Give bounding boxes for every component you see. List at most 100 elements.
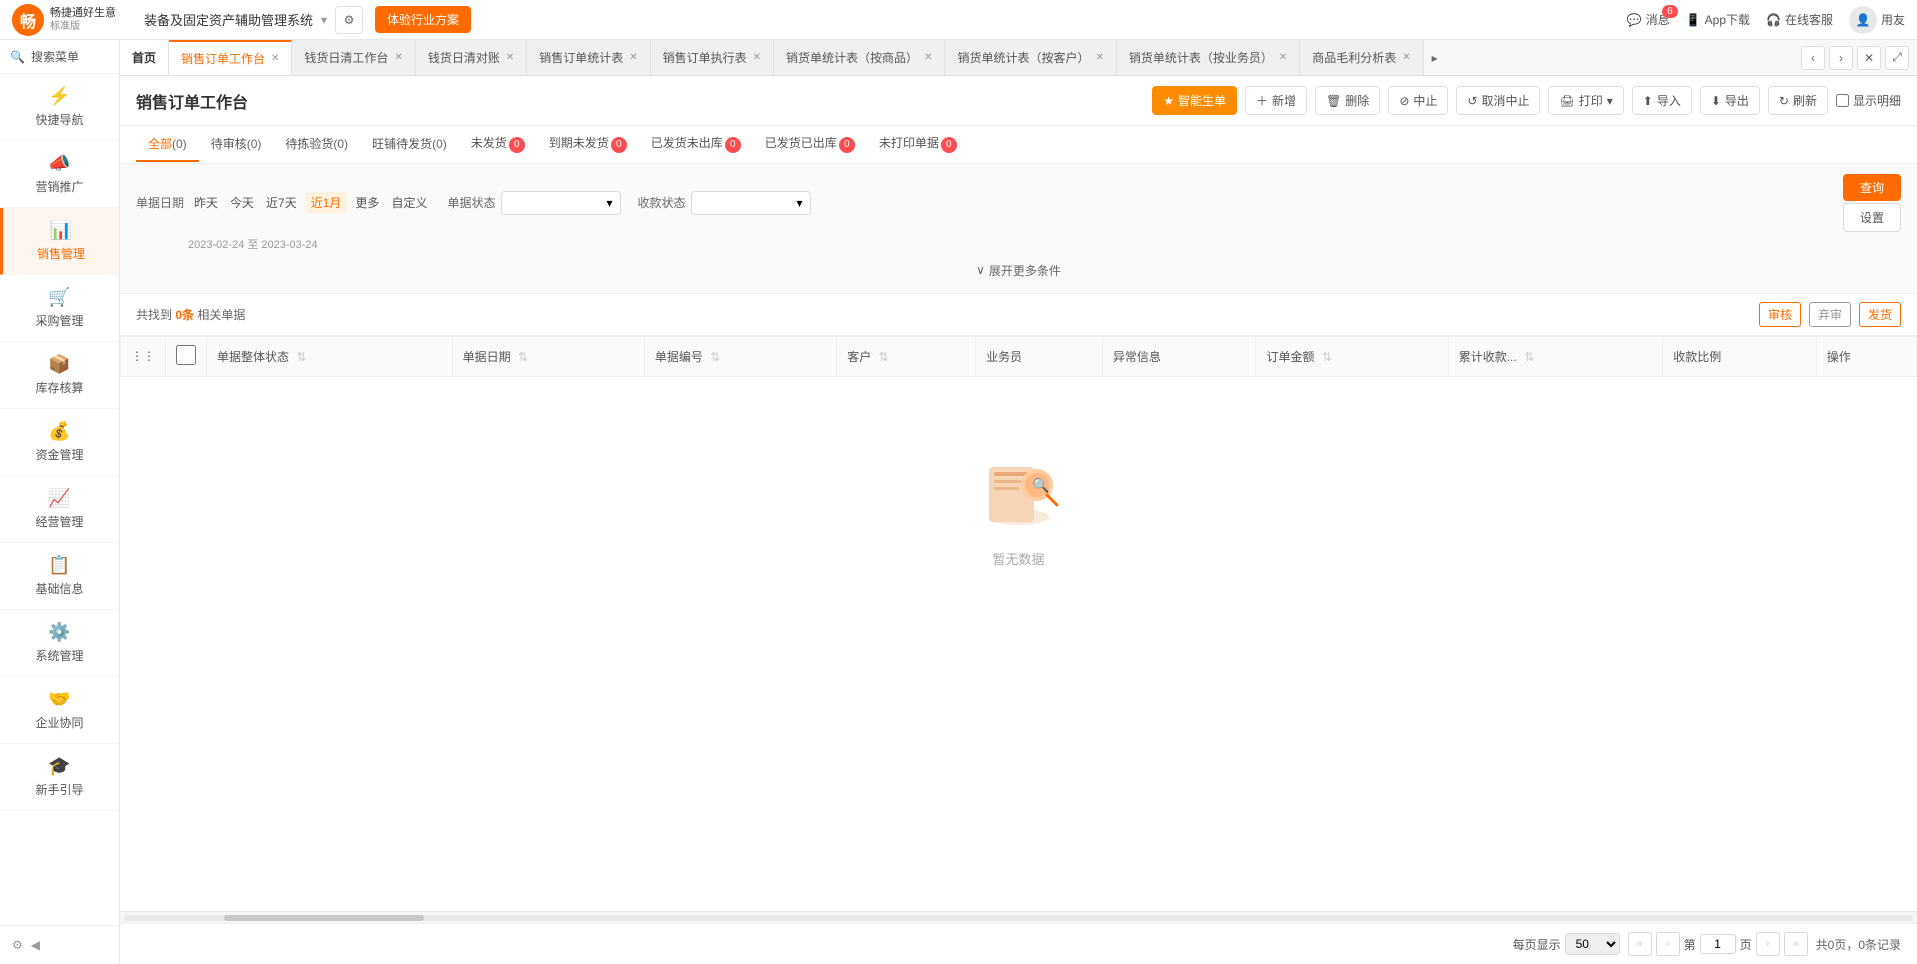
app-download-icon: 📱 xyxy=(1686,13,1701,27)
sub-tab-shipped-out[interactable]: 已发货已出库0 xyxy=(753,126,867,163)
star-icon: ★ xyxy=(1163,94,1174,108)
sidebar-item-guide[interactable]: 🎓 新手引导 xyxy=(0,744,119,811)
sort-status-icon[interactable]: ⇅ xyxy=(296,350,306,364)
tab-close-sales-exec[interactable]: ✕ xyxy=(753,52,761,63)
query-button[interactable]: 查询 xyxy=(1843,174,1901,201)
sidebar-item-quick-nav[interactable]: ⚡ 快捷导航 xyxy=(0,74,119,141)
logo: 畅 畅捷通好生意 标准版 xyxy=(12,4,132,36)
tab-more-button[interactable]: ▸ xyxy=(1424,51,1446,65)
tab-sales-summary-customer[interactable]: 销货单统计表（按客户） ✕ xyxy=(945,40,1116,76)
tab-sales-summary-staff[interactable]: 销货单统计表（按业务员） ✕ xyxy=(1117,40,1300,76)
tab-close-gross-profit[interactable]: ✕ xyxy=(1402,52,1410,63)
tab-home[interactable]: 首页 xyxy=(120,40,169,76)
refresh-button[interactable]: ↻ 刷新 xyxy=(1768,86,1828,115)
sidebar-item-inventory[interactable]: 📦 库存核算 xyxy=(0,342,119,409)
sidebar-item-system[interactable]: ⚙️ 系统管理 xyxy=(0,610,119,677)
user-button[interactable]: 👤 用友 xyxy=(1849,6,1905,34)
sort-customer-icon[interactable]: ⇅ xyxy=(879,350,889,364)
tab-close-summary-product[interactable]: ✕ xyxy=(924,52,932,63)
tab-close-summary-customer[interactable]: ✕ xyxy=(1095,52,1103,63)
review-button[interactable]: 审核 xyxy=(1759,302,1801,327)
sub-tab-wangpu[interactable]: 旺铺待发货(0) xyxy=(360,127,459,162)
sub-tab-not-printed[interactable]: 未打印单据0 xyxy=(867,126,969,163)
cancel-stop-button[interactable]: ↺ 取消中止 xyxy=(1456,86,1540,115)
sidebar-settings-icon[interactable]: ⚙ xyxy=(12,938,23,952)
message-button[interactable]: 💬 6 消息 xyxy=(1627,11,1670,28)
page-size-dropdown[interactable]: 50 10 20 100 xyxy=(1565,933,1620,955)
sub-tab-all[interactable]: 全部(0) xyxy=(136,127,199,162)
export-button[interactable]: ⬇ 导出 xyxy=(1700,86,1760,115)
status-dropdown[interactable]: ▾ xyxy=(501,191,621,215)
tab-nav-right[interactable]: › xyxy=(1829,46,1853,70)
import-button[interactable]: ⬆ 导入 xyxy=(1632,86,1692,115)
date-option-1month[interactable]: 近1月 xyxy=(305,192,348,213)
tab-maximize[interactable]: ⤢ xyxy=(1885,46,1909,70)
tab-sales-summary-product[interactable]: 销货单统计表（按商品） ✕ xyxy=(774,40,945,76)
next-page-button[interactable]: › xyxy=(1756,932,1780,956)
delete-button[interactable]: 🗑 删除 xyxy=(1315,86,1380,115)
tab-close-all[interactable]: ✕ xyxy=(1857,46,1881,70)
prev-page-button[interactable]: ‹ xyxy=(1656,932,1680,956)
tab-close-cash-reconcile[interactable]: ✕ xyxy=(506,52,514,63)
ship-button[interactable]: 发货 xyxy=(1859,302,1901,327)
select-all-checkbox[interactable] xyxy=(176,345,196,365)
date-option-today[interactable]: 今天 xyxy=(226,192,258,213)
sidebar-item-purchase[interactable]: 🛒 采购管理 xyxy=(0,275,119,342)
stop-button[interactable]: ⊘ 中止 xyxy=(1388,86,1448,115)
tab-close-summary-staff[interactable]: ✕ xyxy=(1279,52,1287,63)
show-detail-checkbox[interactable] xyxy=(1836,94,1849,107)
date-option-custom[interactable]: 自定义 xyxy=(387,192,431,213)
tab-close-sales-order[interactable]: ✕ xyxy=(271,53,279,64)
horizontal-scrollbar[interactable] xyxy=(120,911,1917,923)
sub-tab-shipped-not-out[interactable]: 已发货未出库0 xyxy=(639,126,753,163)
tab-close-cash-daily[interactable]: ✕ xyxy=(394,52,402,63)
sub-tab-pending-review[interactable]: 待审核(0) xyxy=(199,127,274,162)
sort-number-icon[interactable]: ⇅ xyxy=(710,350,720,364)
print-button[interactable]: 🖨 打印 ▾ xyxy=(1548,86,1623,115)
sidebar-item-operation[interactable]: 📈 经营管理 xyxy=(0,476,119,543)
tab-gross-profit[interactable]: 商品毛利分析表 ✕ xyxy=(1300,40,1423,76)
search-icon: 🔍 xyxy=(10,50,25,64)
date-option-more[interactable]: 更多 xyxy=(351,192,383,213)
cancel-review-button[interactable]: 弃审 xyxy=(1809,302,1851,327)
tab-sales-exec[interactable]: 销售订单执行表 ✕ xyxy=(651,40,774,76)
tab-sales-stats[interactable]: 销售订单统计表 ✕ xyxy=(527,40,650,76)
date-option-yesterday[interactable]: 昨天 xyxy=(190,192,222,213)
title-dropdown-icon[interactable]: ▾ xyxy=(321,13,327,27)
sidebar-collapse-icon[interactable]: ◀ xyxy=(31,938,40,952)
sidebar-item-marketing[interactable]: 📣 营销推广 xyxy=(0,141,119,208)
tab-sales-order-workbench[interactable]: 销售订单工作台 ✕ xyxy=(169,40,292,76)
add-button[interactable]: ＋ 新增 xyxy=(1245,86,1307,115)
set-button[interactable]: 设置 xyxy=(1843,203,1901,232)
sidebar-item-basic-info[interactable]: 📋 基础信息 xyxy=(0,543,119,610)
inventory-icon: 📦 xyxy=(48,354,70,375)
sort-amount-icon[interactable]: ⇅ xyxy=(1322,350,1332,364)
first-page-button[interactable]: « xyxy=(1628,932,1652,956)
sidebar-search[interactable]: 🔍 搜索菜单 xyxy=(0,40,119,74)
app-download-button[interactable]: 📱 App下载 xyxy=(1686,11,1750,28)
sidebar-item-finance[interactable]: 💰 资金管理 xyxy=(0,409,119,476)
tab-cash-daily[interactable]: 钱货日清工作台 ✕ xyxy=(292,40,415,76)
page-input[interactable] xyxy=(1700,934,1736,954)
payment-dropdown[interactable]: ▾ xyxy=(691,191,811,215)
online-service-button[interactable]: 🎧 在线客服 xyxy=(1766,11,1833,28)
sub-tab-expired-not-shipped[interactable]: 到期未发货0 xyxy=(537,126,639,163)
expand-filter-button[interactable]: ∨ 展开更多条件 xyxy=(968,258,1069,283)
trial-button[interactable]: 体验行业方案 xyxy=(375,6,471,33)
sort-date-icon[interactable]: ⇅ xyxy=(518,350,528,364)
sort-collected-icon[interactable]: ⇅ xyxy=(1524,350,1534,364)
tab-close-sales-stats[interactable]: ✕ xyxy=(629,52,637,63)
date-option-7days[interactable]: 近7天 xyxy=(262,192,301,213)
col-abnormal: 异常信息 xyxy=(1102,336,1256,376)
sidebar-item-cooperation[interactable]: 🤝 企业协同 xyxy=(0,677,119,744)
tab-cash-reconcile[interactable]: 钱货日清对账 ✕ xyxy=(416,40,527,76)
tab-nav-left[interactable]: ‹ xyxy=(1801,46,1825,70)
show-detail-label[interactable]: 显示明细 xyxy=(1836,92,1901,109)
tab-bar: 首页 销售订单工作台 ✕ 钱货日清工作台 ✕ 钱货日清对账 ✕ 销售订单统计表 … xyxy=(120,40,1917,76)
settings-icon[interactable]: ⚙ xyxy=(335,6,363,34)
last-page-button[interactable]: » xyxy=(1784,932,1808,956)
smart-generate-button[interactable]: ★ 智能生单 xyxy=(1152,86,1237,115)
sub-tab-pending-inspect[interactable]: 待拣验货(0) xyxy=(273,127,360,162)
sub-tab-not-shipped[interactable]: 未发货0 xyxy=(459,126,537,163)
sidebar-item-sales[interactable]: 📊 销售管理 xyxy=(0,208,119,275)
